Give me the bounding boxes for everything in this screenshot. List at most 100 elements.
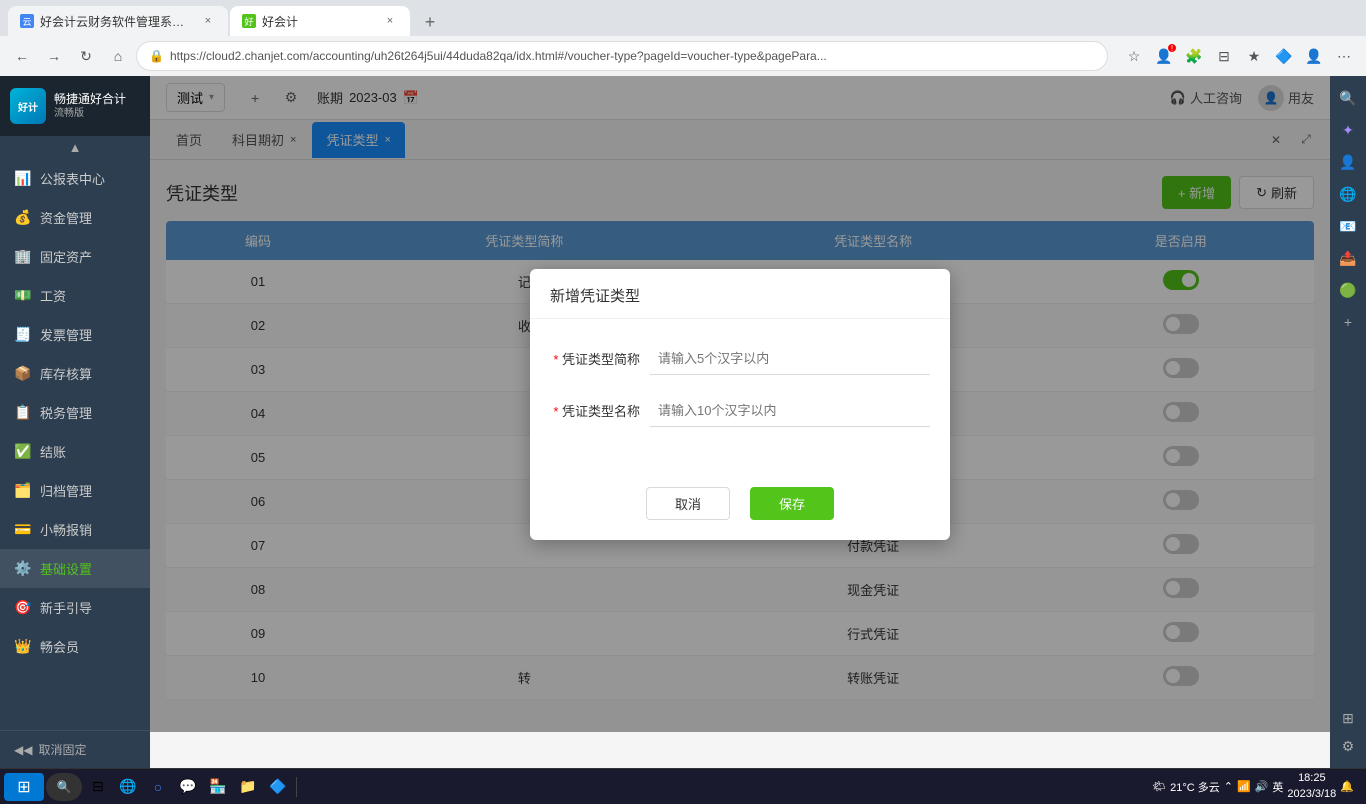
tab2-close[interactable]: × xyxy=(382,13,398,29)
right-upload-btn[interactable]: 📤 xyxy=(1334,244,1362,272)
right-gear-btn[interactable]: ⚙ xyxy=(1334,732,1362,760)
more-options-btn[interactable]: ⋯ xyxy=(1330,42,1358,70)
inventory-icon: 📦 xyxy=(14,365,32,382)
user-profile-btn[interactable]: 👤 xyxy=(1300,42,1328,70)
forward-button[interactable]: → xyxy=(40,42,68,70)
taskbar-folder-btn[interactable]: 📁 xyxy=(234,773,262,801)
network-icon: 📶 xyxy=(1237,780,1251,793)
abbr-input[interactable] xyxy=(650,343,930,375)
sidebar-item-member[interactable]: 👑 畅会员 xyxy=(0,627,150,666)
profile-btn[interactable]: ! 👤 xyxy=(1150,42,1178,70)
sidebar-item-assets[interactable]: 🏢 固定资产 xyxy=(0,237,150,276)
sidebar-logo: 好计 畅捷通好合计 流畅版 xyxy=(0,76,150,136)
sidebar-item-guide[interactable]: 🎯 新手引导 xyxy=(0,588,150,627)
fund-label: 资金管理 xyxy=(40,208,92,227)
browser-tab-2[interactable]: 好 好会计 × xyxy=(230,6,410,36)
name-row: 凭证类型名称 xyxy=(550,395,930,427)
favorites-btn[interactable]: ★ xyxy=(1240,42,1268,70)
right-plus-btn[interactable]: + xyxy=(1334,308,1362,336)
right-mail-btn[interactable]: 📧 xyxy=(1334,212,1362,240)
right-globe-btn[interactable]: 🌐 xyxy=(1334,180,1362,208)
split-view-btn[interactable]: ⊟ xyxy=(1210,42,1238,70)
new-tab-button[interactable]: + xyxy=(416,8,444,36)
invoice-label: 发票管理 xyxy=(40,325,92,344)
sidebar-item-settings[interactable]: ⚙️ 基础设置 xyxy=(0,549,150,588)
taskbar-right: 🌤 21°C 多云 ⌃ 📶 🔊 英 18:25 2023/3/18 🔔 xyxy=(1152,771,1362,802)
browser-tab-1[interactable]: 云 好会计云财务软件管理系统_会计 × xyxy=(8,6,228,36)
url-bar[interactable]: 🔒 https://cloud2.chanjet.com/accounting/… xyxy=(136,41,1108,71)
weather-icon: 🌤 xyxy=(1152,780,1166,793)
volume-icon: 🔊 xyxy=(1255,780,1269,793)
refresh-button[interactable]: ↻ xyxy=(72,42,100,70)
start-button[interactable]: ⊞ xyxy=(4,773,44,801)
sidebar-item-invoice[interactable]: 🧾 发票管理 xyxy=(0,315,150,354)
cancel-button[interactable]: 取消 xyxy=(646,487,730,520)
assets-label: 固定资产 xyxy=(40,247,92,266)
right-search-btn[interactable]: 🔍 xyxy=(1334,84,1362,112)
settle-icon: ✅ xyxy=(14,443,32,460)
lock-icon: 🔒 xyxy=(149,49,164,63)
abbr-row: 凭证类型简称 xyxy=(550,343,930,375)
cancel-pin-button[interactable]: ◀◀ 取消固定 xyxy=(0,730,150,768)
right-sidebar: 🔍 ✦ 👤 🌐 📧 📤 🟢 + ⊞ ⚙ xyxy=(1330,76,1366,768)
add-voucher-modal: 新增凭证类型 凭证类型简称 凭证类型名称 取消 保存 xyxy=(530,269,950,540)
logo-text: 畅捷通好合计 流畅版 xyxy=(54,92,126,121)
name-label: 凭证类型名称 xyxy=(550,401,650,420)
notification-badge: ! xyxy=(1168,44,1176,52)
taskbar-appstore-btn[interactable]: 🏪 xyxy=(204,773,232,801)
sidebar-item-fund[interactable]: 💰 资金管理 xyxy=(0,198,150,237)
taskbar-edge2-btn[interactable]: 🔷 xyxy=(264,773,292,801)
expense-icon: 💳 xyxy=(14,521,32,538)
name-input[interactable] xyxy=(650,395,930,427)
expense-label: 小畅报销 xyxy=(40,520,92,539)
taskbar-wechat-btn[interactable]: 💬 xyxy=(174,773,202,801)
taskbar-chrome-btn[interactable]: ○ xyxy=(144,773,172,801)
taskbar-date: 2023/3/18 xyxy=(1287,787,1336,802)
modal-header: 新增凭证类型 xyxy=(530,269,950,319)
right-ai-btn[interactable]: ✦ xyxy=(1334,116,1362,144)
search-icon: 🔍 xyxy=(57,780,72,794)
sidebar-item-tax[interactable]: 📋 税务管理 xyxy=(0,393,150,432)
tab1-title: 好会计云财务软件管理系统_会计 xyxy=(40,13,194,30)
right-share-btn[interactable]: 🟢 xyxy=(1334,276,1362,304)
abbr-label: 凭证类型简称 xyxy=(550,349,650,368)
sidebar-item-archive[interactable]: 🗂️ 归档管理 xyxy=(0,471,150,510)
tax-label: 税务管理 xyxy=(40,403,92,422)
sidebar-item-inventory[interactable]: 📦 库存核算 xyxy=(0,354,150,393)
save-button[interactable]: 保存 xyxy=(750,487,834,520)
archive-icon: 🗂️ xyxy=(14,482,32,499)
logo-icon: 好计 xyxy=(10,88,46,124)
right-user-btn[interactable]: 👤 xyxy=(1334,148,1362,176)
extensions-btn[interactable]: 🧩 xyxy=(1180,42,1208,70)
notification-icon: 🔔 xyxy=(1340,780,1354,793)
back-button[interactable]: ← xyxy=(8,42,36,70)
taskbar-time: 18:25 xyxy=(1287,771,1336,786)
modal-overlay: 新增凭证类型 凭证类型简称 凭证类型名称 取消 保存 xyxy=(150,76,1330,732)
right-grid-btn[interactable]: ⊞ xyxy=(1334,704,1362,732)
collections-btn[interactable]: 🔷 xyxy=(1270,42,1298,70)
sidebar-item-settle[interactable]: ✅ 结账 xyxy=(0,432,150,471)
sidebar-item-notices[interactable]: 📊 公报表中心 xyxy=(0,159,150,198)
sidebar-scroll-up[interactable]: ▲ xyxy=(0,136,150,159)
member-icon: 👑 xyxy=(14,638,32,655)
home-button[interactable]: ⌂ xyxy=(104,42,132,70)
invoice-icon: 🧾 xyxy=(14,326,32,343)
weather-temp: 21°C 多云 xyxy=(1170,779,1220,795)
salary-icon: 💵 xyxy=(14,287,32,304)
sidebar-item-salary[interactable]: 💵 工资 xyxy=(0,276,150,315)
notices-label: 公报表中心 xyxy=(40,169,105,188)
modal-title: 新增凭证类型 xyxy=(550,288,640,305)
modal-footer: 取消 保存 xyxy=(530,471,950,540)
bookmark-btn[interactable]: ☆ xyxy=(1120,42,1148,70)
windows-icon: ⊞ xyxy=(17,777,30,797)
settle-label: 结账 xyxy=(40,442,66,461)
taskbar-edge-btn[interactable]: 🌐 xyxy=(114,773,142,801)
taskbar-time-display[interactable]: 18:25 2023/3/18 xyxy=(1287,771,1336,802)
cancel-pin-label: 取消固定 xyxy=(38,741,86,758)
cancel-pin-icon: ◀◀ xyxy=(14,743,32,757)
taskbar-search-btn[interactable]: 🔍 xyxy=(46,773,82,801)
taskbar-multitask-btn[interactable]: ⊟ xyxy=(84,773,112,801)
sidebar-item-expense[interactable]: 💳 小畅报销 xyxy=(0,510,150,549)
tab1-close[interactable]: × xyxy=(200,13,216,29)
taskbar-divider xyxy=(296,777,297,797)
